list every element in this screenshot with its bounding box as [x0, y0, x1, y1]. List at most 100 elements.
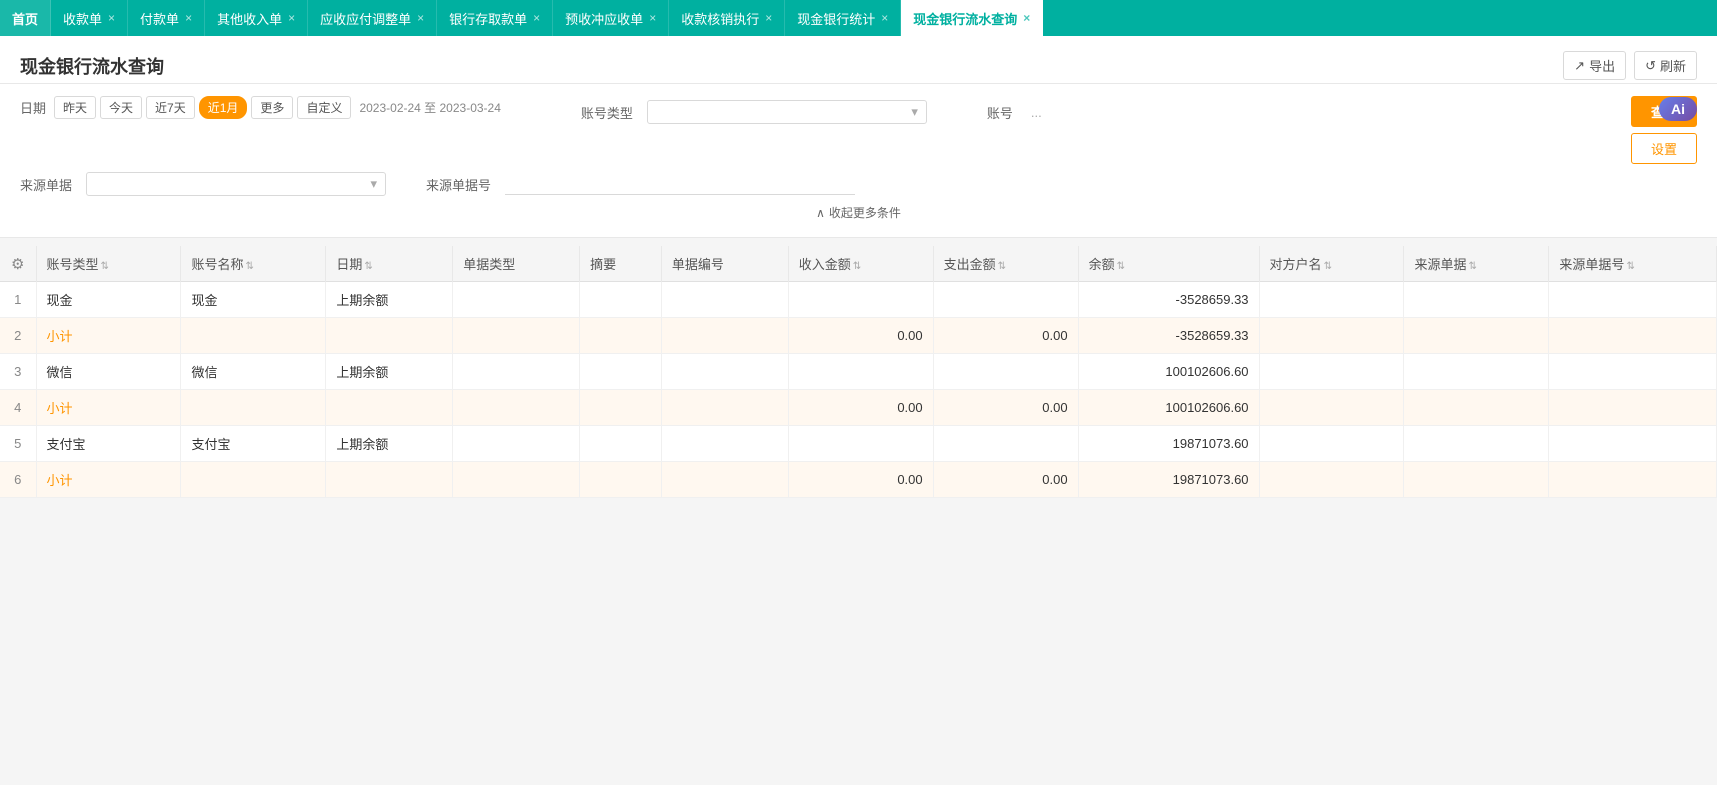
refresh-label: 刷新	[1660, 56, 1686, 75]
cell-counterpart	[1259, 390, 1404, 426]
cell-source_doc	[1404, 462, 1549, 498]
export-icon: ↗	[1574, 58, 1585, 74]
cell-doc_type	[453, 390, 580, 426]
export-button[interactable]: ↗ 导出	[1563, 51, 1626, 80]
gear-icon[interactable]: ⚙	[11, 256, 24, 273]
cell-balance: 100102606.60	[1078, 390, 1259, 426]
table-row: 2小计0.000.00-3528659.33	[0, 318, 1717, 354]
close-icon[interactable]: ×	[649, 11, 656, 25]
nav-tab-现金银行统计[interactable]: 现金银行统计×	[785, 0, 901, 36]
date-shortcut-更多[interactable]: 更多	[251, 96, 293, 119]
nav-tab-收款核销执行[interactable]: 收款核销执行 ×	[669, 0, 785, 36]
ai-badge[interactable]: Ai	[1659, 97, 1697, 121]
source-doc-no-input[interactable]	[505, 173, 855, 195]
col-header-date[interactable]: 日期⇅	[326, 246, 453, 282]
table-row: 6小计0.000.0019871073.60	[0, 462, 1717, 498]
close-icon[interactable]: ×	[1023, 11, 1030, 25]
close-icon[interactable]: ×	[533, 11, 540, 25]
nav-tab-其他收入单[interactable]: 其他收入单×	[205, 0, 308, 36]
account-filter: 账号 ...	[987, 103, 1046, 122]
date-shortcut-昨天[interactable]: 昨天	[54, 96, 96, 119]
table-row: 3微信微信上期余额100102606.60	[0, 354, 1717, 390]
cell-doc_no	[661, 354, 788, 390]
cell-income	[788, 354, 933, 390]
close-icon[interactable]: ×	[288, 11, 295, 25]
cell-expense	[933, 282, 1078, 318]
date-shortcut-近7天[interactable]: 近7天	[146, 96, 195, 119]
nav-tab-银行存取款单[interactable]: 银行存取款单×	[437, 0, 553, 36]
cell-counterpart	[1259, 462, 1404, 498]
cell-income	[788, 426, 933, 462]
close-icon[interactable]: ×	[765, 11, 772, 25]
cell-doc_type	[453, 318, 580, 354]
nav-tab-label: 收款单	[63, 9, 102, 28]
nav-tab-现金银行流水查询[interactable]: 现金银行流水查询 ×	[901, 0, 1043, 36]
col-header-expense[interactable]: 支出金额⇅	[933, 246, 1078, 282]
refresh-button[interactable]: ↺ 刷新	[1634, 51, 1697, 80]
cell-balance: 100102606.60	[1078, 354, 1259, 390]
settings-button[interactable]: 设置	[1631, 133, 1697, 164]
source-doc-select[interactable]: ▾	[86, 172, 386, 196]
cell-account_name	[181, 318, 326, 354]
collapse-bar[interactable]: ∧ 收起更多条件	[20, 200, 1697, 225]
cell-summary	[580, 426, 662, 462]
close-icon[interactable]: ×	[881, 11, 888, 25]
page-title: 现金银行流水查询	[20, 53, 164, 79]
sort-icon: ⇅	[998, 261, 1006, 272]
cell-account_type: 小计	[36, 390, 181, 426]
cell-index: 2	[0, 318, 36, 354]
date-shortcut-自定义[interactable]: 自定义	[297, 96, 351, 119]
cell-doc_type	[453, 462, 580, 498]
col-header-doc_type: 单据类型	[453, 246, 580, 282]
cell-account_name: 现金	[181, 282, 326, 318]
nav-tab-付款单[interactable]: 付款单×	[128, 0, 205, 36]
nav-tab-收款单[interactable]: 收款单 ×	[51, 0, 128, 36]
col-header-settings: ⚙	[0, 246, 36, 282]
cell-balance: 19871073.60	[1078, 426, 1259, 462]
nav-home[interactable]: 首页	[0, 0, 51, 36]
cell-account_type: 微信	[36, 354, 181, 390]
col-header-balance[interactable]: 余额⇅	[1078, 246, 1259, 282]
col-header-income[interactable]: 收入金额⇅	[788, 246, 933, 282]
source-doc-label: 来源单据	[20, 175, 72, 194]
nav-tab-label: 现金银行流水查询	[913, 9, 1017, 28]
nav-tab-label: 预收冲应收单	[565, 9, 643, 28]
nav-tab-label: 收款核销执行	[681, 9, 759, 28]
source-doc-no-filter: 来源单据号	[426, 173, 855, 195]
col-header-source_doc[interactable]: 来源单据⇅	[1404, 246, 1549, 282]
close-icon[interactable]: ×	[185, 11, 192, 25]
source-doc-filter: 来源单据 ▾	[20, 172, 386, 196]
col-header-account_name[interactable]: 账号名称⇅	[181, 246, 326, 282]
cell-summary	[580, 282, 662, 318]
date-shortcut-今天[interactable]: 今天	[100, 96, 142, 119]
cell-index: 1	[0, 282, 36, 318]
close-icon[interactable]: ×	[108, 11, 115, 25]
cell-source_doc_no	[1549, 390, 1717, 426]
account-type-select[interactable]: ▾	[647, 100, 927, 124]
cell-account_name: 支付宝	[181, 426, 326, 462]
nav-tab-预收冲应收单[interactable]: 预收冲应收单 ×	[553, 0, 669, 36]
date-shortcut-近1月[interactable]: 近1月	[199, 96, 248, 119]
cell-doc_no	[661, 462, 788, 498]
cell-income: 0.00	[788, 390, 933, 426]
account-label: 账号	[987, 103, 1013, 122]
cell-counterpart	[1259, 426, 1404, 462]
export-label: 导出	[1589, 56, 1615, 75]
cell-index: 5	[0, 426, 36, 462]
page-header: 现金银行流水查询 ↗ 导出 ↺ 刷新	[0, 36, 1717, 84]
cell-balance: -3528659.33	[1078, 282, 1259, 318]
col-header-counterpart[interactable]: 对方户名⇅	[1259, 246, 1404, 282]
nav-tab-应收应付调整单[interactable]: 应收应付调整单×	[308, 0, 437, 36]
cell-doc_no	[661, 282, 788, 318]
cell-date	[326, 390, 453, 426]
table-area: ⚙账号类型⇅账号名称⇅日期⇅单据类型摘要单据编号收入金额⇅支出金额⇅余额⇅对方户…	[0, 246, 1717, 498]
table-row: 5支付宝支付宝上期余额19871073.60	[0, 426, 1717, 462]
cell-summary	[580, 318, 662, 354]
close-icon[interactable]: ×	[417, 11, 424, 25]
cell-date: 上期余额	[326, 354, 453, 390]
cell-expense	[933, 354, 1078, 390]
col-header-account_type[interactable]: 账号类型⇅	[36, 246, 181, 282]
cell-account_name	[181, 390, 326, 426]
account-ellipsis[interactable]: ...	[1027, 103, 1046, 122]
col-header-source_doc_no[interactable]: 来源单据号⇅	[1549, 246, 1717, 282]
